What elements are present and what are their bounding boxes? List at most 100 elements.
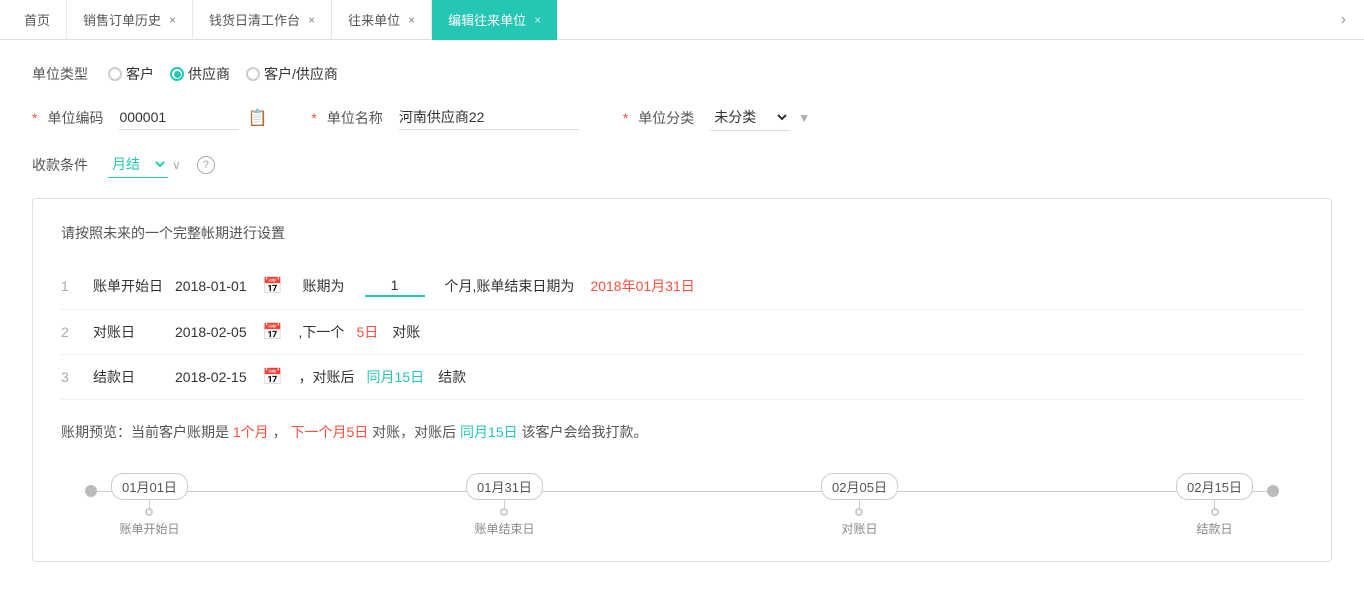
timeline-dot-2: [500, 508, 508, 516]
preview-section: 账期预览：当前客户账期是 1个月 ， 下一个月5日 对账，对账后 同月15日 该…: [61, 420, 1303, 445]
row-3-num: 3: [61, 369, 81, 385]
preview-prefix: 账期预览：当前客户账期是: [61, 424, 229, 440]
unit-code-label: 单位编码: [47, 108, 103, 128]
timeline-point-4: 02月15日 结款日: [1176, 473, 1253, 537]
timeline-connector-3: [859, 500, 860, 508]
timeline-text-1: 账单开始日: [119, 520, 179, 537]
unit-code-copy-icon[interactable]: 📋: [247, 108, 267, 128]
timeline-dot-4: [1211, 508, 1219, 516]
tab-sales-history[interactable]: 销售订单历史 ×: [67, 0, 193, 40]
payment-dropdown-arrow[interactable]: ∨: [172, 158, 181, 172]
close-tab-sales-history[interactable]: ×: [169, 13, 176, 27]
tab-cash-workbench[interactable]: 钱货日清工作台 ×: [193, 0, 332, 40]
unit-type-radio-group: 客户 供应商 客户/供应商: [108, 64, 338, 84]
unit-classify-arrow[interactable]: ▼: [798, 111, 810, 125]
radio-both-circle: [246, 67, 260, 81]
close-tab-cash-workbench[interactable]: ×: [308, 13, 315, 27]
radio-supplier-label: 供应商: [188, 64, 230, 84]
period-input[interactable]: [365, 275, 425, 297]
payment-row: 收款条件 月结 ∨ ?: [32, 151, 1332, 178]
timeline-point-2: 01月31日 账单结束日: [466, 473, 543, 537]
payment-select[interactable]: 月结: [108, 151, 168, 178]
row-2-date: 2018-02-05: [175, 324, 247, 340]
timeline-text-3: 对账日: [841, 520, 877, 537]
row-1-date: 2018-01-01: [175, 278, 247, 294]
preview-part2: 下一个月5日: [290, 424, 368, 440]
preview-part1: 1个月: [233, 424, 269, 440]
row-2-highlight: 5日: [356, 322, 378, 342]
unit-name-star: *: [311, 110, 316, 126]
row-1-highlight: 2018年01月31日: [590, 276, 694, 296]
preview-sep1: ，: [273, 424, 287, 440]
unit-name-group: * 单位名称: [311, 105, 578, 130]
preview-part3: 同月15日: [460, 424, 518, 440]
unit-name-input[interactable]: [399, 105, 579, 130]
unit-classify-label: 单位分类: [638, 108, 694, 128]
unit-code-star: *: [32, 110, 37, 126]
row-1-label: 账单开始日: [93, 276, 163, 296]
row-3-cal-icon[interactable]: 📅: [263, 367, 283, 387]
timeline-text-2: 账单结束日: [474, 520, 534, 537]
row-1-cal-icon[interactable]: 📅: [263, 276, 283, 296]
setting-row-2: 2 对账日 2018-02-05 📅 ,下一个 5日 对账: [61, 310, 1303, 355]
setting-row-3: 3 结款日 2018-02-15 📅 ，对账后 同月15日 结款: [61, 355, 1303, 400]
radio-customer[interactable]: 客户: [108, 64, 154, 84]
row-1-num: 1: [61, 278, 81, 294]
unit-classify-star: *: [623, 110, 628, 126]
timeline-dot-3: [855, 508, 863, 516]
payment-select-wrapper: 月结 ∨: [108, 151, 181, 178]
radio-both[interactable]: 客户/供应商: [246, 64, 338, 84]
timeline-label-3: 02月05日: [821, 473, 898, 500]
timeline-connector-4: [1214, 500, 1215, 508]
close-tab-edit-partner[interactable]: ×: [534, 13, 541, 27]
row-3-label: 结款日: [93, 367, 163, 387]
payment-help-icon[interactable]: ?: [197, 156, 215, 174]
preview-sep2: 对账，对账后: [372, 424, 456, 440]
unit-info-row: * 单位编码 📋 * 单位名称 * 单位分类 未分类 ▼: [32, 104, 1332, 131]
unit-type-row: 单位类型 客户 供应商 客户/供应商: [32, 64, 1332, 84]
row-3-date: 2018-02-15: [175, 369, 247, 385]
tab-partners[interactable]: 往来单位 ×: [332, 0, 432, 40]
preview-text: 账期预览：当前客户账期是 1个月 ， 下一个月5日 对账，对账后 同月15日 该…: [61, 420, 1303, 445]
row-2-cal-icon[interactable]: 📅: [263, 322, 283, 342]
tab-home[interactable]: 首页: [8, 0, 67, 40]
timeline-label-4: 02月15日: [1176, 473, 1253, 500]
row-1-suffix: 个月,账单结束日期为: [445, 276, 575, 296]
radio-customer-label: 客户: [126, 64, 154, 84]
tab-edit-partner[interactable]: 编辑往来单位 ×: [432, 0, 558, 40]
payment-label: 收款条件: [32, 155, 88, 175]
unit-code-input[interactable]: [119, 105, 239, 130]
tabs-overflow-arrow[interactable]: ›: [1331, 11, 1356, 29]
radio-supplier[interactable]: 供应商: [170, 64, 230, 84]
main-content: 单位类型 客户 供应商 客户/供应商 * 单位编码 📋 * 单位名称: [0, 40, 1364, 608]
row-1-mid-text: 账期为: [303, 276, 345, 296]
row-3-highlight: 同月15日: [367, 367, 425, 387]
radio-supplier-circle: [170, 67, 184, 81]
unit-name-label: 单位名称: [327, 108, 383, 128]
timeline-dot-1: [145, 508, 153, 516]
setting-row-1: 1 账单开始日 2018-01-01 📅 账期为 个月,账单结束日期为 2018…: [61, 263, 1303, 310]
row-2-label: 对账日: [93, 322, 163, 342]
timeline-label-2: 01月31日: [466, 473, 543, 500]
unit-type-label: 单位类型: [32, 64, 88, 84]
timeline-wrapper: 01月01日 账单开始日 01月31日 账单结束日 02月05日: [61, 473, 1303, 537]
row-2-prefix: ,下一个: [299, 322, 345, 342]
timeline-point-1: 01月01日 账单开始日: [111, 473, 188, 537]
timeline-label-1: 01月01日: [111, 473, 188, 500]
row-3-suffix: 结款: [438, 367, 466, 387]
radio-both-label: 客户/供应商: [264, 64, 338, 84]
timeline-connector-1: [149, 500, 150, 508]
timeline-connector-2: [504, 500, 505, 508]
unit-classify-select[interactable]: 未分类: [710, 104, 790, 131]
unit-code-group: * 单位编码 📋: [32, 105, 267, 130]
row-2-num: 2: [61, 324, 81, 340]
row-2-suffix: 对账: [392, 322, 420, 342]
radio-customer-circle: [108, 67, 122, 81]
unit-classify-group: * 单位分类 未分类 ▼: [623, 104, 810, 131]
close-tab-partners[interactable]: ×: [408, 13, 415, 27]
tabs-bar: 首页 销售订单历史 × 钱货日清工作台 × 往来单位 × 编辑往来单位 × ›: [0, 0, 1364, 40]
row-3-prefix: ，对账后: [299, 367, 355, 387]
settings-box: 请按照未来的一个完整帐期进行设置 1 账单开始日 2018-01-01 📅 账期…: [32, 198, 1332, 562]
timeline-text-4: 结款日: [1197, 520, 1233, 537]
unit-classify-wrapper: 未分类 ▼: [710, 104, 810, 131]
